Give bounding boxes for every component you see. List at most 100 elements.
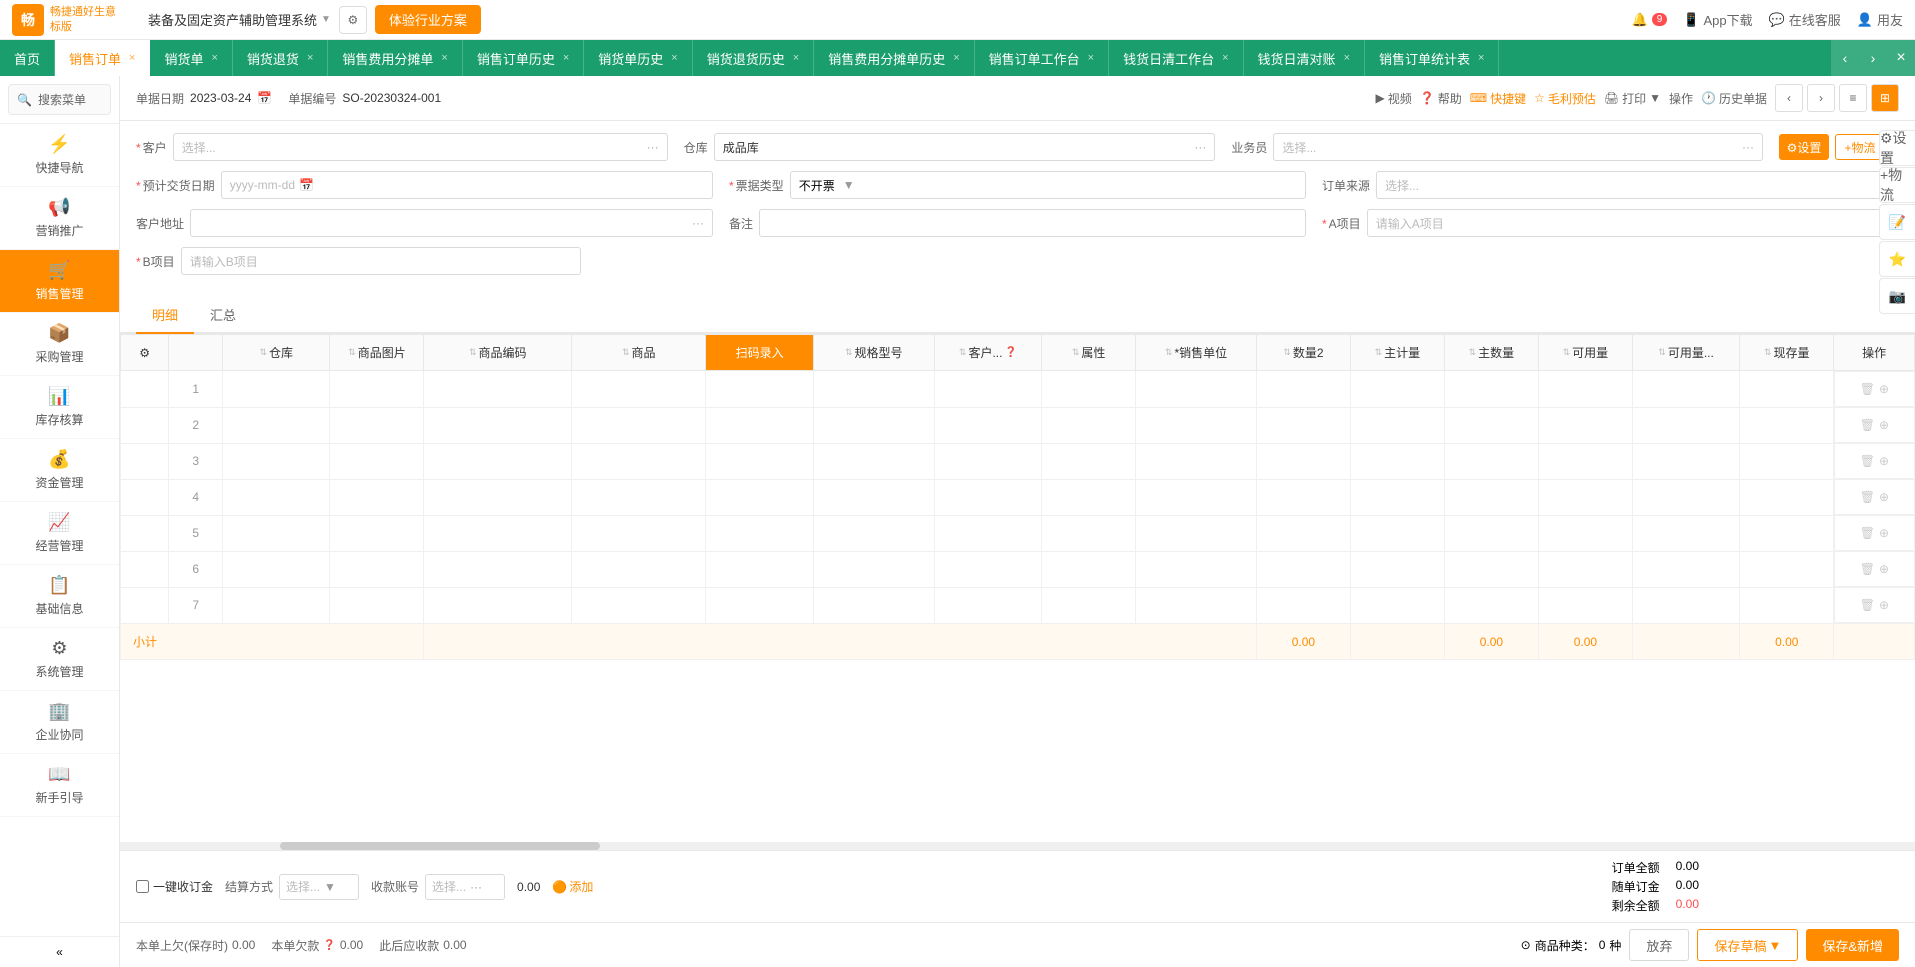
th-product[interactable]: ⇅商品 — [572, 335, 706, 371]
th-main-unit[interactable]: ⇅主计量 — [1350, 335, 1444, 371]
row-attr-cell[interactable] — [1042, 587, 1136, 624]
sidebar-item-inventory[interactable]: 📊 库存核算 — [0, 376, 119, 439]
row-qty2-cell[interactable] — [1256, 371, 1350, 408]
sidebar-item-operations[interactable]: 📈 经营管理 — [0, 502, 119, 565]
close-sales-expense-icon[interactable]: × — [441, 52, 447, 64]
th-img[interactable]: ⇅商品图片 — [330, 335, 424, 371]
online-service-link[interactable]: 💬 在线客服 — [1769, 10, 1841, 29]
row-main-qty-cell[interactable] — [1444, 515, 1538, 551]
user-menu[interactable]: 👤 用友 — [1857, 10, 1903, 29]
th-unit[interactable]: ⇅*销售单位 — [1136, 335, 1257, 371]
row-code-cell[interactable] — [424, 587, 572, 624]
close-daily-workbench-icon[interactable]: × — [1222, 52, 1228, 64]
row-spec-cell[interactable] — [813, 479, 934, 515]
row-warehouse-cell[interactable] — [223, 551, 330, 587]
nav-close-all-button[interactable]: × — [1887, 40, 1915, 76]
a-project-input[interactable]: 请输入A项目 — [1367, 209, 1899, 237]
shortcut-link[interactable]: ⌨ 快捷键 — [1470, 90, 1526, 107]
sidebar-item-system[interactable]: ⚙ 系统管理 — [0, 628, 119, 691]
save-new-button[interactable]: 保存&新增 — [1806, 929, 1899, 961]
row-copy-icon[interactable]: ⊕ — [1879, 382, 1889, 396]
row-code-cell[interactable] — [424, 371, 572, 408]
sidebar-item-finance[interactable]: 💰 资金管理 — [0, 439, 119, 502]
print-link[interactable]: 🖨 打印 ▼ — [1604, 90, 1661, 107]
row-attr-cell[interactable] — [1042, 371, 1136, 408]
invoice-select[interactable]: 不开票 ▼ — [790, 171, 1306, 199]
row-unit-cell[interactable] — [1136, 515, 1257, 551]
row-custom-cell[interactable] — [934, 371, 1041, 408]
th-settings[interactable]: ⚙ — [121, 335, 169, 371]
account-select[interactable]: 选择... ··· — [425, 874, 505, 900]
row-attr-cell[interactable] — [1042, 443, 1136, 479]
sidebar-item-enterprise[interactable]: 🏢 企业协同 — [0, 691, 119, 754]
row-qty2-cell[interactable] — [1256, 443, 1350, 479]
row-unit-cell[interactable] — [1136, 587, 1257, 624]
tab-daily-workbench[interactable]: 钱货日清工作台 × — [1109, 40, 1243, 76]
tab-expense-history[interactable]: 销售费用分摊单历史 × — [814, 40, 974, 76]
row-copy-icon[interactable]: ⊕ — [1879, 454, 1889, 468]
address-dots-icon[interactable]: ··· — [692, 216, 704, 230]
tab-order-workbench[interactable]: 销售订单工作台 × — [975, 40, 1109, 76]
note-input[interactable] — [759, 209, 1306, 237]
b-project-input[interactable]: 请输入B项目 — [181, 247, 581, 275]
row-delete-icon[interactable]: 🗑 — [1860, 418, 1875, 432]
row-custom-cell[interactable] — [934, 587, 1041, 624]
th-stock[interactable]: ⇅现存量 — [1740, 335, 1834, 371]
th-warehouse[interactable]: ⇅仓库 — [223, 335, 330, 371]
row-qty2-cell[interactable] — [1256, 479, 1350, 515]
row-delete-icon[interactable]: 🗑 — [1860, 454, 1875, 468]
tab-sales-expense[interactable]: 销售费用分摊单 × — [328, 40, 462, 76]
help-link[interactable]: ❓ 帮助 — [1420, 90, 1462, 107]
row-spec-cell[interactable] — [813, 443, 934, 479]
right-panel-logistics-btn[interactable]: +物流 — [1879, 167, 1915, 203]
tab-detail[interactable]: 明细 — [136, 297, 194, 334]
right-panel-btn5[interactable]: 📷 — [1879, 278, 1915, 314]
search-menu-button[interactable]: 🔍 搜索菜单 — [8, 84, 111, 115]
sidebar-item-basic[interactable]: 📋 基础信息 — [0, 565, 119, 628]
close-invoice-history-icon[interactable]: × — [671, 52, 677, 64]
tab-sales-order[interactable]: 销售订单 × — [55, 40, 150, 76]
view-video-link[interactable]: ▶ 视频 — [1376, 90, 1412, 107]
row-code-cell[interactable] — [424, 551, 572, 587]
row-product-cell[interactable] — [572, 479, 706, 515]
row-custom-cell[interactable] — [934, 407, 1041, 443]
close-daily-reconcile-icon[interactable]: × — [1344, 52, 1350, 64]
close-order-history-icon[interactable]: × — [563, 52, 569, 64]
industry-button[interactable]: 体验行业方案 — [375, 5, 481, 34]
row-product-cell[interactable] — [572, 515, 706, 551]
sidebar-item-quick-nav[interactable]: ⚡ 快捷导航 — [0, 124, 119, 187]
row-product-cell[interactable] — [572, 371, 706, 408]
order-source-input[interactable]: 选择... ··· — [1376, 171, 1899, 199]
row-warehouse-cell[interactable] — [223, 515, 330, 551]
row-spec-cell[interactable] — [813, 587, 934, 624]
row-product-cell[interactable] — [572, 587, 706, 624]
toolbar-grid-button[interactable]: ≡ — [1839, 84, 1867, 112]
calendar-icon[interactable]: 📅 — [257, 91, 272, 105]
sidebar-item-guide[interactable]: 📖 新手引导 — [0, 754, 119, 817]
right-panel-btn4[interactable]: ⭐ — [1879, 241, 1915, 277]
row-delete-icon[interactable]: 🗑 — [1860, 598, 1875, 612]
row-spec-cell[interactable] — [813, 371, 934, 408]
tab-order-stats[interactable]: 销售订单统计表 × — [1365, 40, 1499, 76]
row-attr-cell[interactable] — [1042, 515, 1136, 551]
nav-prev-button[interactable]: ‹ — [1831, 40, 1859, 76]
row-copy-icon[interactable]: ⊕ — [1879, 562, 1889, 576]
row-warehouse-cell[interactable] — [223, 443, 330, 479]
row-main-qty-cell[interactable] — [1444, 443, 1538, 479]
row-delete-icon[interactable]: 🗑 — [1860, 526, 1875, 540]
right-panel-btn3[interactable]: 📝 — [1879, 204, 1915, 240]
row-main-qty-cell[interactable] — [1444, 407, 1538, 443]
close-order-workbench-icon[interactable]: × — [1088, 52, 1094, 64]
row-qty2-cell[interactable] — [1256, 407, 1350, 443]
tab-daily-reconcile[interactable]: 钱货日清对账 × — [1244, 40, 1365, 76]
row-copy-icon[interactable]: ⊕ — [1879, 598, 1889, 612]
row-qty2-cell[interactable] — [1256, 551, 1350, 587]
tab-invoice-history[interactable]: 销货单历史 × — [584, 40, 692, 76]
history-link[interactable]: 🕐 历史单据 — [1701, 90, 1767, 107]
close-sales-order-icon[interactable]: × — [129, 52, 135, 64]
row-warehouse-cell[interactable] — [223, 407, 330, 443]
tab-home[interactable]: 首页 — [0, 40, 55, 76]
scrollbar-thumb[interactable] — [280, 842, 600, 850]
row-copy-icon[interactable]: ⊕ — [1879, 490, 1889, 504]
settings-icon[interactable]: ⚙ — [339, 6, 367, 34]
